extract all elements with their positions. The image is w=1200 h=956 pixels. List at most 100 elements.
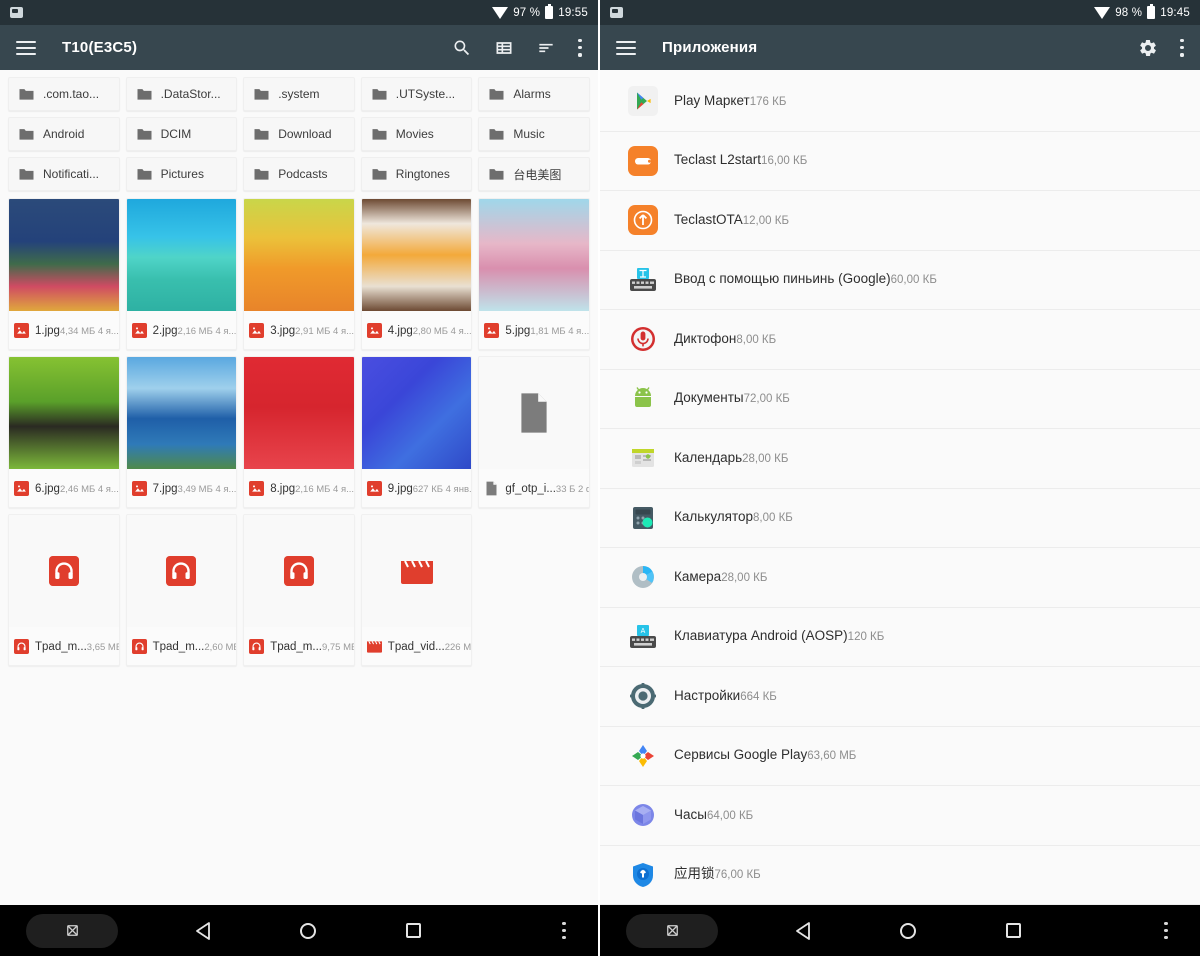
file-meta: Tpad_m...3,65 МБ 4 я... (9, 627, 119, 665)
file-card[interactable]: gf_otp_i...33 Б 2 фев... (478, 356, 590, 508)
status-bar-left-group (10, 7, 23, 18)
file-card[interactable]: 1.jpg4,34 МБ 4 я... (8, 198, 120, 350)
file-text-group: Tpad_m...2,60 МБ 4 я... (153, 637, 237, 655)
file-meta: Tpad_m...9,75 МБ 4 я... (244, 627, 354, 665)
app-text-group: 应用锁76,00 КБ (674, 865, 761, 884)
file-meta: Tpad_vid...226 МБ 4 я... (361, 627, 472, 665)
folder-card[interactable]: Podcasts (243, 157, 355, 191)
installed-apps-list[interactable]: Play Маркет176 КБ Teclast L2start16,00 КБ… (600, 70, 1200, 905)
app-list-item[interactable]: 应用锁76,00 КБ (600, 845, 1200, 905)
folder-icon (488, 127, 505, 141)
settings-gear-icon (628, 681, 658, 711)
list-view-icon[interactable] (494, 38, 514, 58)
file-name-label: 2.jpg (152, 325, 178, 337)
app-list-item[interactable]: Калькулятор8,00 КБ (600, 488, 1200, 548)
file-card[interactable]: 3.jpg2,91 МБ 4 я... (243, 198, 355, 350)
app-list-item[interactable]: Teclast L2start16,00 КБ (600, 131, 1200, 191)
app-list-item[interactable]: Настройки664 КБ (600, 667, 1200, 727)
nav-overflow-menu-icon[interactable] (1164, 921, 1168, 940)
folder-card[interactable]: .com.tao... (8, 77, 120, 111)
file-text-group: Tpad_vid...226 МБ 4 я... (388, 637, 472, 655)
home-circle-icon[interactable] (898, 921, 918, 941)
left-app-bar: T10(E3C5) (0, 25, 598, 70)
image-file-icon (131, 322, 147, 338)
file-card[interactable]: Tpad_vid...226 МБ 4 я... (360, 514, 473, 666)
file-text-group: 4.jpg2,80 МБ 4 я... (387, 321, 472, 339)
file-card[interactable]: 5.jpg1,81 МБ 4 я... (478, 198, 590, 350)
app-list-item[interactable]: Ввод с помощью пиньинь (Google)60,00 КБ (600, 250, 1200, 310)
file-type-icon (366, 480, 382, 496)
home-circle-icon[interactable] (298, 921, 318, 941)
folder-card[interactable]: .system (243, 77, 355, 111)
file-thumbnail (126, 515, 237, 627)
file-card[interactable]: 8.jpg2,16 МБ 4 я... (243, 356, 355, 508)
search-icon[interactable] (452, 38, 472, 58)
app-list-item[interactable]: Диктофон8,00 КБ (600, 310, 1200, 370)
nav-overflow-menu-icon[interactable] (562, 921, 566, 940)
folder-name-label: .system (278, 87, 320, 101)
folder-card[interactable]: Music (478, 117, 590, 151)
folder-card[interactable]: .UTSyste... (360, 77, 473, 111)
app-list-item[interactable]: Документы72,00 КБ (600, 369, 1200, 429)
folder-card[interactable]: Alarms (478, 77, 590, 111)
sort-icon[interactable] (536, 38, 556, 58)
file-card[interactable]: 4.jpg2,80 МБ 4 я... (360, 198, 473, 350)
file-thumbnail (126, 199, 237, 311)
app-size-label: 8,00 КБ (753, 512, 793, 525)
folder-card[interactable]: DCIM (125, 117, 238, 151)
calculator-icon (628, 503, 658, 533)
back-triangle-icon[interactable] (194, 921, 212, 941)
documents-android-icon (628, 384, 658, 414)
folder-card[interactable]: Movies (360, 117, 473, 151)
app-list-item[interactable]: Сервисы Google Play63,60 МБ (600, 726, 1200, 786)
file-thumbnail (9, 199, 119, 311)
overflow-menu-icon[interactable] (578, 38, 582, 57)
folder-card[interactable]: .DataStor... (125, 77, 238, 111)
app-list-item[interactable]: Камера28,00 КБ (600, 548, 1200, 608)
camera-icon (628, 562, 658, 592)
left-navigation-bar (0, 905, 598, 956)
folder-card[interactable]: Pictures (125, 157, 238, 191)
app-bar-actions (452, 38, 582, 58)
document-icon (517, 392, 551, 434)
recents-square-icon[interactable] (1004, 921, 1023, 940)
overflow-menu-icon[interactable] (1180, 38, 1184, 57)
app-list-item[interactable]: Календарь28,00 КБ (600, 429, 1200, 489)
app-list-item[interactable]: TeclastOTA12,00 КБ (600, 191, 1200, 251)
file-type-icon (131, 638, 147, 654)
hamburger-menu-icon[interactable] (16, 40, 36, 55)
file-card[interactable]: 9.jpg627 КБ 4 янв... (360, 356, 473, 508)
recents-square-icon[interactable] (404, 921, 423, 940)
back-triangle-icon[interactable] (794, 921, 812, 941)
file-meta: 2.jpg2,16 МБ 4 я... (126, 311, 236, 349)
file-card[interactable]: Tpad_m...9,75 МБ 4 я... (243, 514, 355, 666)
file-type-icon (366, 639, 382, 654)
file-meta-label: 2,91 МБ 4 я... (295, 326, 355, 337)
audio-file-icon (14, 638, 29, 654)
image-file-icon (249, 322, 265, 338)
folder-card[interactable]: 台电美图 (478, 157, 590, 191)
battery-percent-label: 98 % (1115, 6, 1143, 19)
folder-name-label: Podcasts (278, 167, 328, 181)
file-card[interactable]: 6.jpg2,46 МБ 4 я... (8, 356, 120, 508)
file-card[interactable]: 2.jpg2,16 МБ 4 я... (125, 198, 238, 350)
split-screen-icon[interactable] (26, 913, 118, 948)
app-list-item[interactable]: A Клавиатура Android (AOSP)120 КБ (600, 607, 1200, 667)
app-name-label: Ввод с помощью пиньинь (Google) (674, 271, 891, 287)
app-list-item[interactable]: Play Маркет176 КБ (600, 72, 1200, 132)
split-screen-icon[interactable] (626, 913, 718, 948)
headphones-icon (48, 556, 79, 586)
folder-card[interactable]: Download (243, 117, 355, 151)
file-card[interactable]: Tpad_m...3,65 МБ 4 я... (8, 514, 120, 666)
gear-icon[interactable] (1138, 38, 1158, 58)
hamburger-menu-icon[interactable] (616, 40, 636, 55)
folder-card[interactable]: Android (8, 117, 120, 151)
file-card[interactable]: Tpad_m...2,60 МБ 4 я... (125, 514, 238, 666)
folder-card[interactable]: Notificati... (8, 157, 120, 191)
file-name-label: 4.jpg (387, 325, 413, 337)
image-file-icon (366, 322, 382, 338)
file-manager-body: .com.tao... .DataStor... .system .UTSyste..… (0, 70, 598, 905)
folder-card[interactable]: Ringtones (360, 157, 473, 191)
file-card[interactable]: 7.jpg3,49 МБ 4 я... (125, 356, 238, 508)
app-list-item[interactable]: Часы64,00 КБ (600, 786, 1200, 846)
